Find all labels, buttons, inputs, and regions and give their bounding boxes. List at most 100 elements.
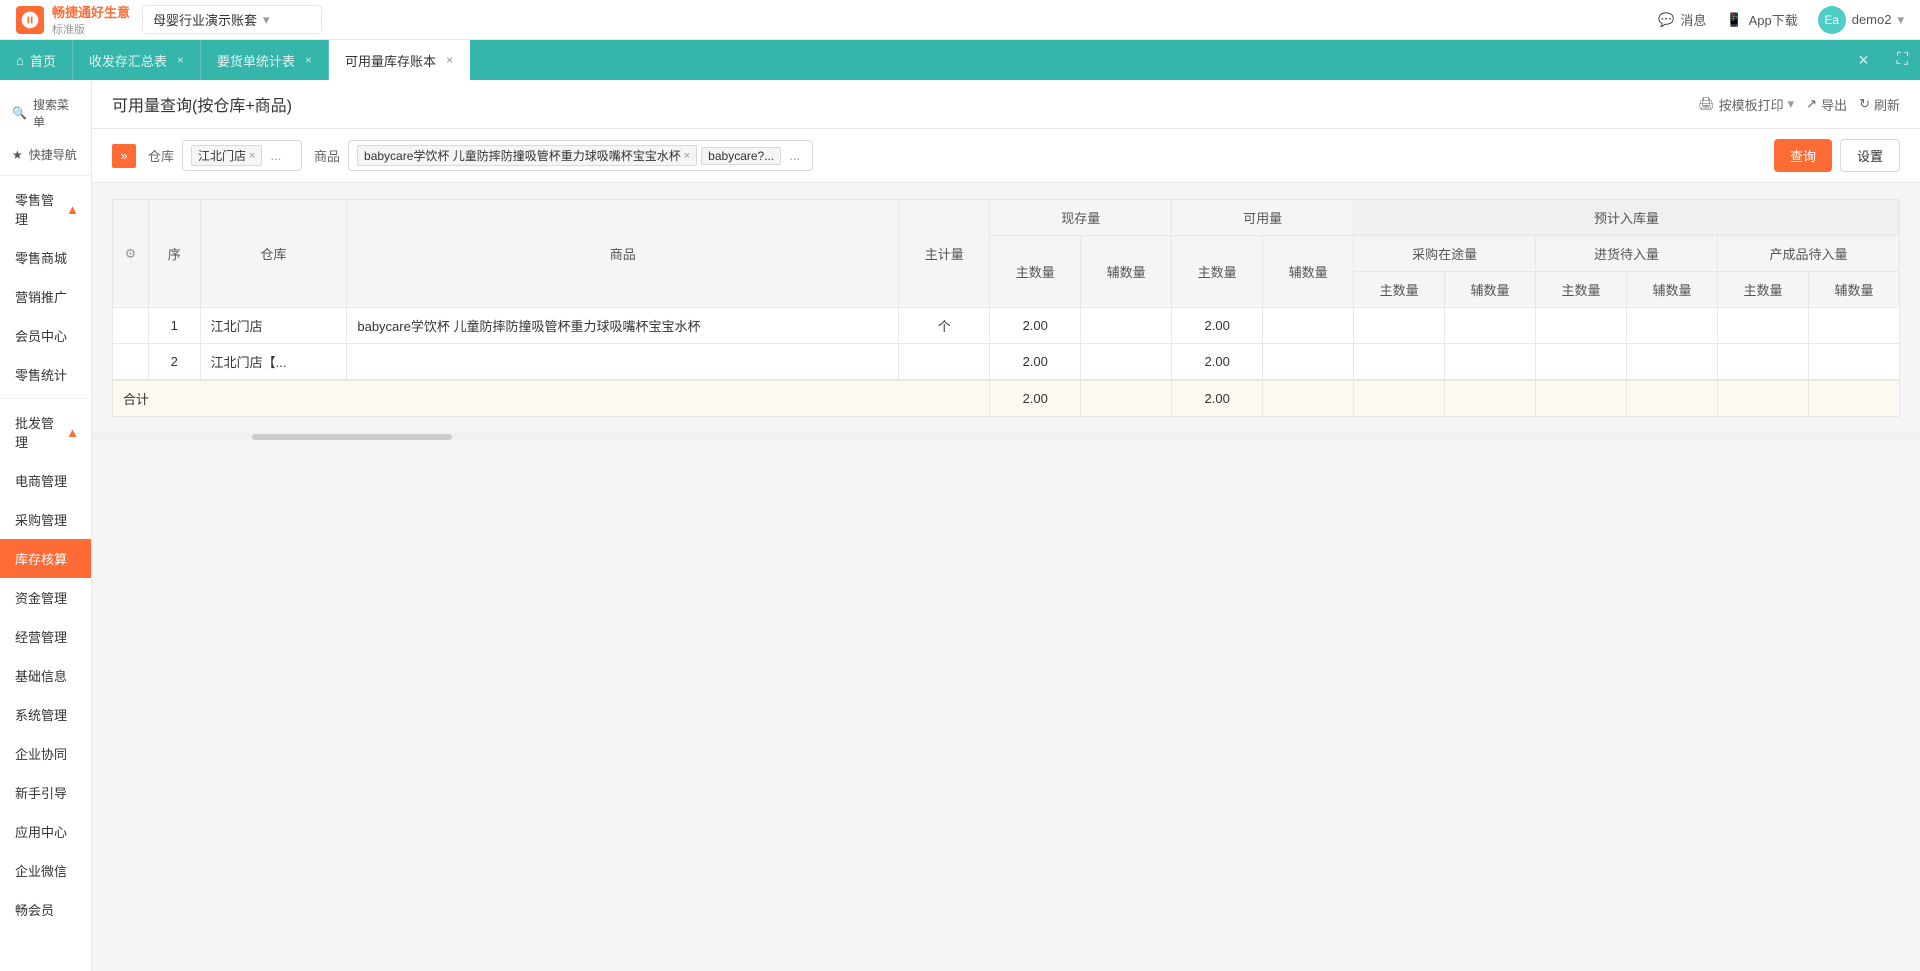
warehouse-filter-input[interactable]: 江北门店 × ... <box>182 140 302 171</box>
sidebar-item-new-guide[interactable]: 新手引导 <box>0 773 91 812</box>
sidebar-divider2 <box>0 398 91 399</box>
no-col-header: 序 <box>149 200 201 308</box>
row2-settings <box>113 344 149 381</box>
print-icon: 🖨 <box>1698 96 1715 112</box>
row1-current-aux-qty <box>1081 308 1172 344</box>
sidebar: 🔍 搜索菜单 ★ 快捷导航 零售管理 ▲ 零售商城 营销推广 会员中心 零售统计… <box>0 80 92 971</box>
purchase-transit-main-header: 主数量 <box>1354 272 1445 308</box>
row2-warehouse: 江北门店【... <box>200 344 347 381</box>
sidebar-item-finance[interactable]: 资金管理 <box>0 578 91 617</box>
filter-actions: 查询 设置 <box>1774 139 1900 172</box>
inbound-pending-aux-header: 辅数量 <box>1627 272 1718 308</box>
purchase-transit-header: 采购在途量 <box>1354 236 1536 272</box>
filter-expand-btn[interactable]: » <box>112 144 136 168</box>
sidebar-item-system[interactable]: 系统管理 <box>0 695 91 734</box>
nav-icon: ★ <box>12 148 23 162</box>
query-button[interactable]: 查询 <box>1774 139 1832 172</box>
close-all-tabs[interactable]: × <box>1842 40 1885 80</box>
row1-inbound-pending-main <box>1536 308 1627 344</box>
sidebar-item-enterprise-wechat[interactable]: 企业微信 <box>0 851 91 890</box>
tab-receive-send[interactable]: 收发存汇总表 × <box>73 40 201 80</box>
close-tab-available-stock[interactable]: × <box>446 53 453 67</box>
search-icon: 🔍 <box>12 106 27 120</box>
current-main-qty-header: 主数量 <box>990 236 1081 308</box>
available-main-qty-header: 主数量 <box>1172 236 1263 308</box>
sidebar-item-purchase[interactable]: 采购管理 <box>0 500 91 539</box>
home-icon: ⌂ <box>16 53 24 68</box>
row1-available-main-qty: 2.00 <box>1172 308 1263 344</box>
close-tab-order-stats[interactable]: × <box>305 53 312 67</box>
enterprise-selector[interactable]: 母婴行业演示账套 ▾ <box>142 5 322 34</box>
row2-product <box>347 344 899 381</box>
export-btn[interactable]: ↗ 导出 <box>1806 95 1847 114</box>
sidebar-item-ecommerce[interactable]: 电商管理 <box>0 461 91 500</box>
product-pending-main-header: 主数量 <box>1717 272 1808 308</box>
horizontal-scrollbar[interactable] <box>92 433 1920 441</box>
warehouse-ellipsis[interactable]: ... <box>266 148 285 163</box>
row2-product-pending-aux <box>1808 344 1899 381</box>
inbound-pending-main-header: 主数量 <box>1536 272 1627 308</box>
scroll-thumb[interactable] <box>252 434 452 440</box>
expand-nav[interactable]: ⛶ <box>1885 40 1920 80</box>
page-header: 可用量查询(按仓库+商品) 🖨 按模板打印 ▾ ↗ 导出 ↻ 刷新 <box>92 80 1920 129</box>
sidebar-item-member[interactable]: 畅会员 <box>0 890 91 929</box>
settings-button[interactable]: 设置 <box>1840 139 1900 172</box>
product-col-header: 商品 <box>347 200 899 308</box>
sidebar-item-basic-info[interactable]: 基础信息 <box>0 656 91 695</box>
sidebar-quick-nav[interactable]: ★ 快捷导航 <box>0 138 91 171</box>
user-profile[interactable]: Ea demo2 ▾ <box>1818 6 1904 34</box>
purchase-transit-aux-header: 辅数量 <box>1445 272 1536 308</box>
sidebar-item-retail-shop[interactable]: 零售商城 <box>0 238 91 277</box>
print-chevron-icon: ▾ <box>1788 96 1795 112</box>
avatar: Ea <box>1818 6 1846 34</box>
row2-inbound-pending-main <box>1536 344 1627 381</box>
sidebar-search[interactable]: 🔍 搜索菜单 <box>0 88 91 138</box>
message-action[interactable]: 💬 消息 <box>1658 10 1706 29</box>
product-filter-input[interactable]: babycare学饮杯 儿童防摔防撞吸管杯重力球吸嘴杯宝宝水杯 × babyca… <box>348 140 813 171</box>
app-icon: 📱 <box>1726 12 1742 28</box>
sidebar-item-retail-mgmt[interactable]: 零售管理 ▲ <box>0 180 91 238</box>
tab-order-stats[interactable]: 要货单统计表 × <box>201 40 329 80</box>
row2-main-unit <box>899 344 990 381</box>
sidebar-item-wholesale-mgmt[interactable]: 批发管理 ▲ <box>0 403 91 461</box>
product-ellipsis[interactable]: ... <box>785 148 804 163</box>
row1-current-main-qty: 2.00 <box>990 308 1081 344</box>
warehouse-filter-group: 仓库 江北门店 × ... <box>148 140 302 171</box>
row2-purchase-transit-main <box>1354 344 1445 381</box>
tab-available-stock[interactable]: 可用量库存账本 × <box>329 40 470 80</box>
footer-available-main-qty: 2.00 <box>1172 380 1263 417</box>
row1-product-pending-main <box>1717 308 1808 344</box>
sidebar-item-operations[interactable]: 经营管理 <box>0 617 91 656</box>
warehouse-col-header: 仓库 <box>200 200 347 308</box>
row1-no: 1 <box>149 308 201 344</box>
user-chevron-icon: ▾ <box>1897 12 1904 28</box>
sidebar-item-inventory[interactable]: 库存核算 <box>0 539 91 578</box>
chevron-down-icon: ▾ <box>263 12 270 28</box>
table-footer-row: 合计 2.00 2.00 <box>113 380 1900 417</box>
row2-current-main-qty: 2.00 <box>990 344 1081 381</box>
gear-icon[interactable]: ⚙ <box>125 246 137 261</box>
tab-home[interactable]: ⌂ 首页 <box>0 40 73 80</box>
expand-icon2: ▲ <box>66 425 79 440</box>
product-pending-aux-header: 辅数量 <box>1808 272 1899 308</box>
brand-text: 畅捷通好生意 标准版 <box>52 2 130 37</box>
filter-bar: » 仓库 江北门店 × ... 商品 babycare学饮杯 儿童防摔防撞吸管杯… <box>92 129 1920 183</box>
row2-inbound-pending-aux <box>1627 344 1718 381</box>
row2-no: 2 <box>149 344 201 381</box>
inbound-pending-header: 进货待入量 <box>1536 236 1718 272</box>
remove-warehouse-tag[interactable]: × <box>249 150 255 162</box>
content-area: 可用量查询(按仓库+商品) 🖨 按模板打印 ▾ ↗ 导出 ↻ 刷新 <box>92 80 1920 971</box>
template-print-btn[interactable]: 🖨 按模板打印 ▾ <box>1698 95 1794 114</box>
sidebar-item-enterprise-collab[interactable]: 企业协同 <box>0 734 91 773</box>
sidebar-item-retail-stats[interactable]: 零售统计 <box>0 355 91 394</box>
row1-inbound-pending-aux <box>1627 308 1718 344</box>
close-tab-receive-send[interactable]: × <box>177 53 184 67</box>
brand-logo: 畅捷通好生意 标准版 <box>16 2 130 37</box>
refresh-btn[interactable]: ↻ 刷新 <box>1859 95 1900 114</box>
sidebar-item-app-center[interactable]: 应用中心 <box>0 812 91 851</box>
app-download-action[interactable]: 📱 App下载 <box>1726 10 1797 29</box>
remove-product-tag-1[interactable]: × <box>684 150 690 162</box>
product-filter-group: 商品 babycare学饮杯 儿童防摔防撞吸管杯重力球吸嘴杯宝宝水杯 × bab… <box>314 140 813 171</box>
sidebar-item-member-center[interactable]: 会员中心 <box>0 316 91 355</box>
sidebar-item-marketing[interactable]: 营销推广 <box>0 277 91 316</box>
